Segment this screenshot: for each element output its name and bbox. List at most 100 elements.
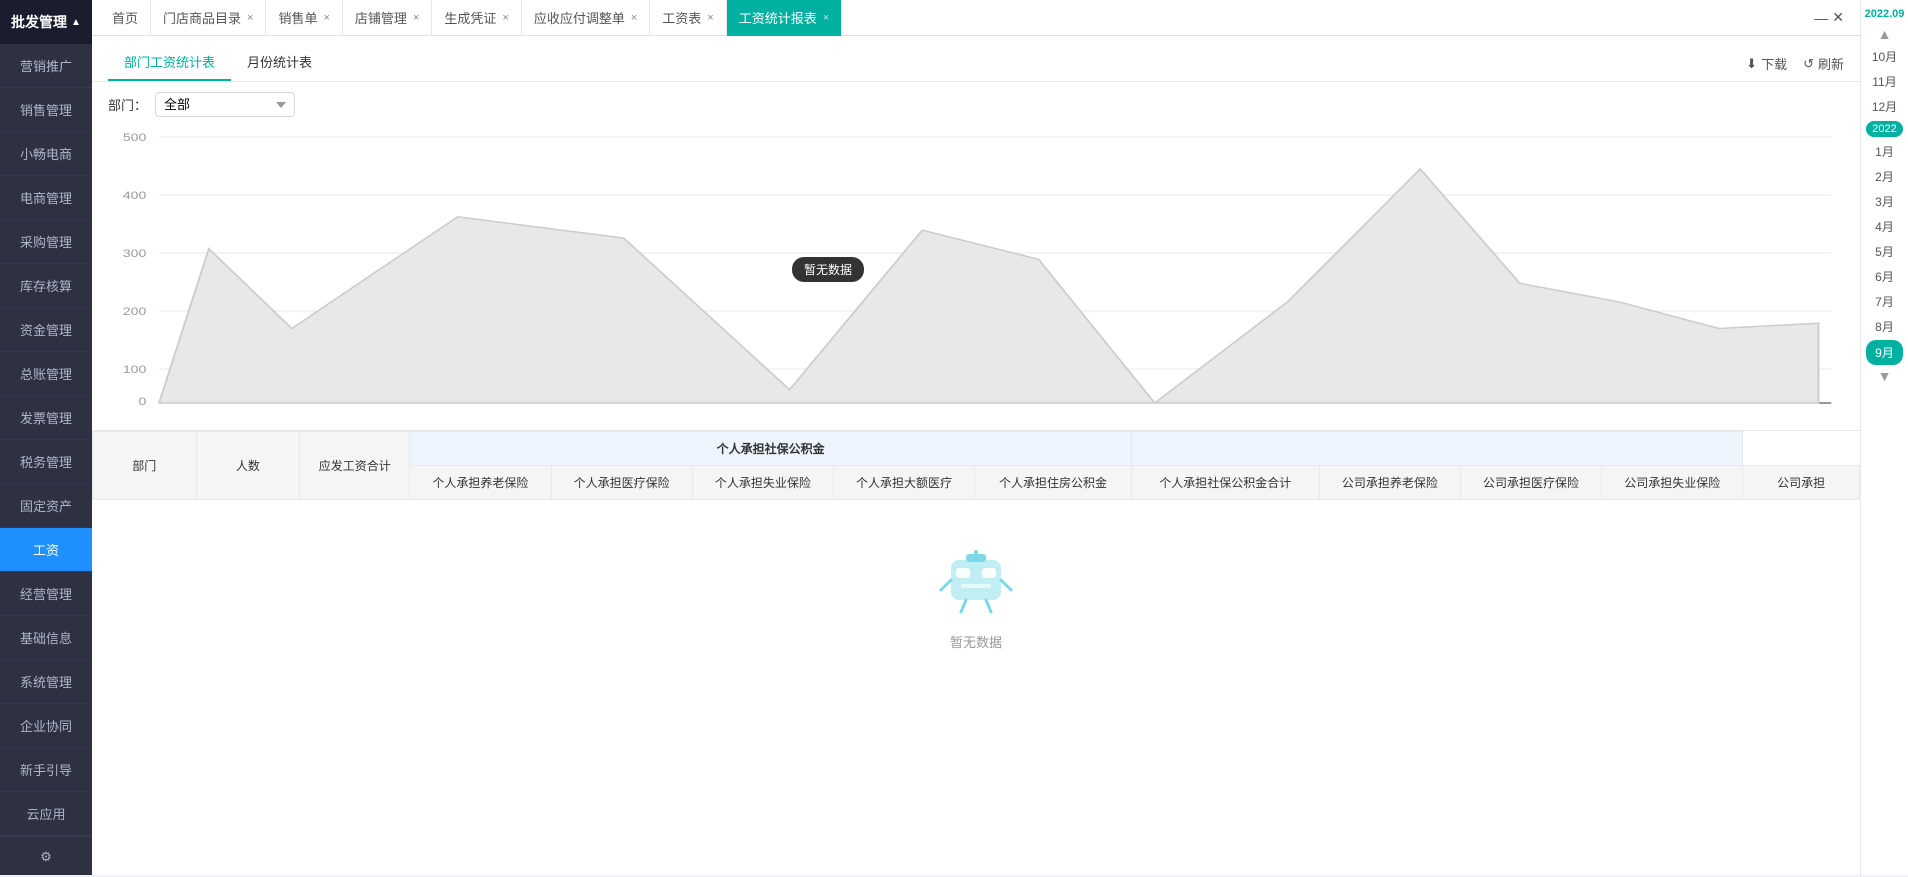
th-sub-个人承担养老保险: 个人承担养老保险 [410, 466, 551, 500]
toolbar-left: 部门： 全部销售部财务部运营部 [108, 92, 295, 117]
tab-close-生成凭证[interactable]: × [502, 12, 508, 24]
minimize-icon[interactable]: — [1814, 10, 1828, 26]
main-area: 首页门店商品目录×销售单×店铺管理×生成凭证×应收应付调整单×工资表×工资统计报… [92, 0, 1860, 875]
timeline-month-12月[interactable]: 12月 [1862, 94, 1906, 119]
sub-tab-部门工资统计表[interactable]: 部门工资统计表 [108, 46, 231, 81]
th-部门: 部门 [93, 432, 197, 500]
timeline-down-arrow[interactable]: ▼ [1876, 366, 1894, 386]
th-group-company [1131, 432, 1742, 466]
timeline-month-9月[interactable]: 9月 [1866, 340, 1902, 365]
dept-label: 部门： [108, 95, 147, 114]
tab-销售单[interactable]: 销售单× [266, 0, 342, 36]
timeline-up-arrow[interactable]: ▲ [1876, 24, 1894, 44]
th-sub-个人承担住房公积金: 个人承担住房公积金 [975, 466, 1132, 500]
sidebar-item-小畅电商[interactable]: 小畅电商 [0, 132, 92, 176]
timeline-header: 2022.09 [1863, 4, 1907, 24]
th-sub-个人承担医疗保险: 个人承担医疗保险 [551, 466, 692, 500]
sidebar-item-库存核算[interactable]: 库存核算 [0, 264, 92, 308]
chart-container: 500 400 300 200 100 0 暂无数据 [92, 127, 1860, 430]
timeline-month-7月[interactable]: 7月 [1862, 289, 1906, 314]
svg-text:200: 200 [123, 305, 146, 317]
timeline-month-4月[interactable]: 4月 [1862, 214, 1906, 239]
timeline-month-2月[interactable]: 2月 [1862, 164, 1906, 189]
tab-应收应付调整单[interactable]: 应收应付调整单× [522, 0, 650, 36]
right-panel: 2022.09 ▲ 10月11月12月 2022 1月2月3月4月5月6月7月8月9… [1860, 0, 1908, 875]
tab-工资表[interactable]: 工资表× [650, 0, 726, 36]
chart-svg: 500 400 300 200 100 0 [108, 127, 1844, 417]
tab-生成凭证[interactable]: 生成凭证× [432, 0, 521, 36]
tab-close-店铺管理[interactable]: × [413, 12, 419, 24]
download-button[interactable]: ⬇ 下载 [1746, 54, 1787, 73]
sidebar-item-新手引导[interactable]: 新手引导 [0, 748, 92, 792]
tab-close-销售单[interactable]: × [323, 12, 329, 24]
download-icon: ⬇ [1746, 56, 1757, 72]
refresh-button[interactable]: ↺ 刷新 [1803, 54, 1844, 73]
data-table: 部门人数应发工资合计个人承担社保公积金 个人承担养老保险个人承担医疗保险个人承担… [92, 431, 1860, 500]
close-icon[interactable]: ✕ [1832, 9, 1844, 26]
tab-close-工资表[interactable]: × [707, 12, 713, 24]
tab-close-工资统计报表[interactable]: × [823, 12, 829, 24]
sidebar-item-云应用[interactable]: 云应用 [0, 792, 92, 836]
sidebar-item-电商管理[interactable]: 电商管理 [0, 176, 92, 220]
window-controls[interactable]: — ✕ [1806, 9, 1852, 26]
timeline-month-10月[interactable]: 10月 [1862, 44, 1906, 69]
dept-toolbar: 部门： 全部销售部财务部运营部 [92, 82, 1860, 127]
dept-select[interactable]: 全部销售部财务部运营部 [155, 92, 295, 117]
tab-close-门店商品目录[interactable]: × [247, 12, 253, 24]
tab-首页[interactable]: 首页 [100, 0, 151, 36]
settings-button[interactable]: ⚙ [0, 836, 92, 877]
svg-text:400: 400 [123, 189, 146, 201]
empty-text: 暂无数据 [950, 632, 1002, 651]
timeline-month-11月[interactable]: 11月 [1862, 69, 1906, 94]
th-sub-公司承担医疗保险: 公司承担医疗保险 [1460, 466, 1601, 500]
sub-tab-月份统计表[interactable]: 月份统计表 [231, 46, 328, 81]
timeline-month-1月[interactable]: 1月 [1862, 139, 1906, 164]
sidebar-collapse-icon: ▲ [71, 17, 81, 28]
refresh-icon: ↺ [1803, 56, 1814, 72]
sidebar-item-经营管理[interactable]: 经营管理 [0, 572, 92, 616]
th-应发工资合计: 应发工资合计 [300, 432, 410, 500]
sidebar-item-采购管理[interactable]: 采购管理 [0, 220, 92, 264]
sidebar-title[interactable]: 批发管理 ▲ [0, 0, 92, 44]
sidebar-item-工资[interactable]: 工资 [0, 528, 92, 572]
tab-close-应收应付调整单[interactable]: × [631, 12, 637, 24]
sidebar-title-label: 批发管理 [11, 12, 67, 32]
timeline-month-3月[interactable]: 3月 [1862, 189, 1906, 214]
sidebar-item-发票管理[interactable]: 发票管理 [0, 396, 92, 440]
th-sub-公司承担养老保险: 公司承担养老保险 [1319, 466, 1460, 500]
sidebar-item-营销推广[interactable]: 营销推广 [0, 44, 92, 88]
timeline-year-2022[interactable]: 2022 [1866, 121, 1902, 137]
sidebar: 批发管理 ▲ 营销推广销售管理小畅电商电商管理采购管理库存核算资金管理总账管理发… [0, 0, 92, 875]
th-sub-个人承担大额医疗: 个人承担大额医疗 [833, 466, 974, 500]
th-group-personal: 个人承担社保公积金 [410, 432, 1132, 466]
sidebar-item-销售管理[interactable]: 销售管理 [0, 88, 92, 132]
svg-text:500: 500 [123, 131, 146, 143]
sidebar-item-基础信息[interactable]: 基础信息 [0, 616, 92, 660]
tab-bar: 首页门店商品目录×销售单×店铺管理×生成凭证×应收应付调整单×工资表×工资统计报… [92, 0, 1860, 36]
th-sub-公司承担: 公司承担 [1743, 466, 1860, 500]
tab-门店商品目录[interactable]: 门店商品目录× [151, 0, 266, 36]
content-area: 部门工资统计表月份统计表 ⬇ 下载 ↺ 刷新 部门： 全部销售部财务部运营部 [92, 36, 1860, 875]
tab-工资统计报表[interactable]: 工资统计报表× [727, 0, 842, 36]
svg-text:100: 100 [123, 363, 146, 375]
th-sub-个人承担失业保险: 个人承担失业保险 [692, 466, 833, 500]
timeline-month-5月[interactable]: 5月 [1862, 239, 1906, 264]
sidebar-item-系统管理[interactable]: 系统管理 [0, 660, 92, 704]
sidebar-item-资金管理[interactable]: 资金管理 [0, 308, 92, 352]
empty-icon [936, 540, 1016, 620]
sidebar-item-税务管理[interactable]: 税务管理 [0, 440, 92, 484]
tab-店铺管理[interactable]: 店铺管理× [343, 0, 432, 36]
th-人数: 人数 [196, 432, 300, 500]
sidebar-item-企业协同[interactable]: 企业协同 [0, 704, 92, 748]
timeline-month-6月[interactable]: 6月 [1862, 264, 1906, 289]
sidebar-item-总账管理[interactable]: 总账管理 [0, 352, 92, 396]
timeline-month-8月[interactable]: 8月 [1862, 314, 1906, 339]
th-sub-个人承担社保公积金合计: 个人承担社保公积金合计 [1131, 466, 1319, 500]
sidebar-item-固定资产[interactable]: 固定资产 [0, 484, 92, 528]
svg-text:300: 300 [123, 247, 146, 259]
toolbar-right: ⬇ 下载 ↺ 刷新 [1746, 54, 1844, 73]
empty-state: 暂无数据 [92, 500, 1860, 691]
sub-tab-bar: 部门工资统计表月份统计表 ⬇ 下载 ↺ 刷新 [92, 36, 1860, 82]
table-wrapper[interactable]: 部门人数应发工资合计个人承担社保公积金 个人承担养老保险个人承担医疗保险个人承担… [92, 430, 1860, 875]
dept-select-wrap[interactable]: 全部销售部财务部运营部 [155, 92, 295, 117]
